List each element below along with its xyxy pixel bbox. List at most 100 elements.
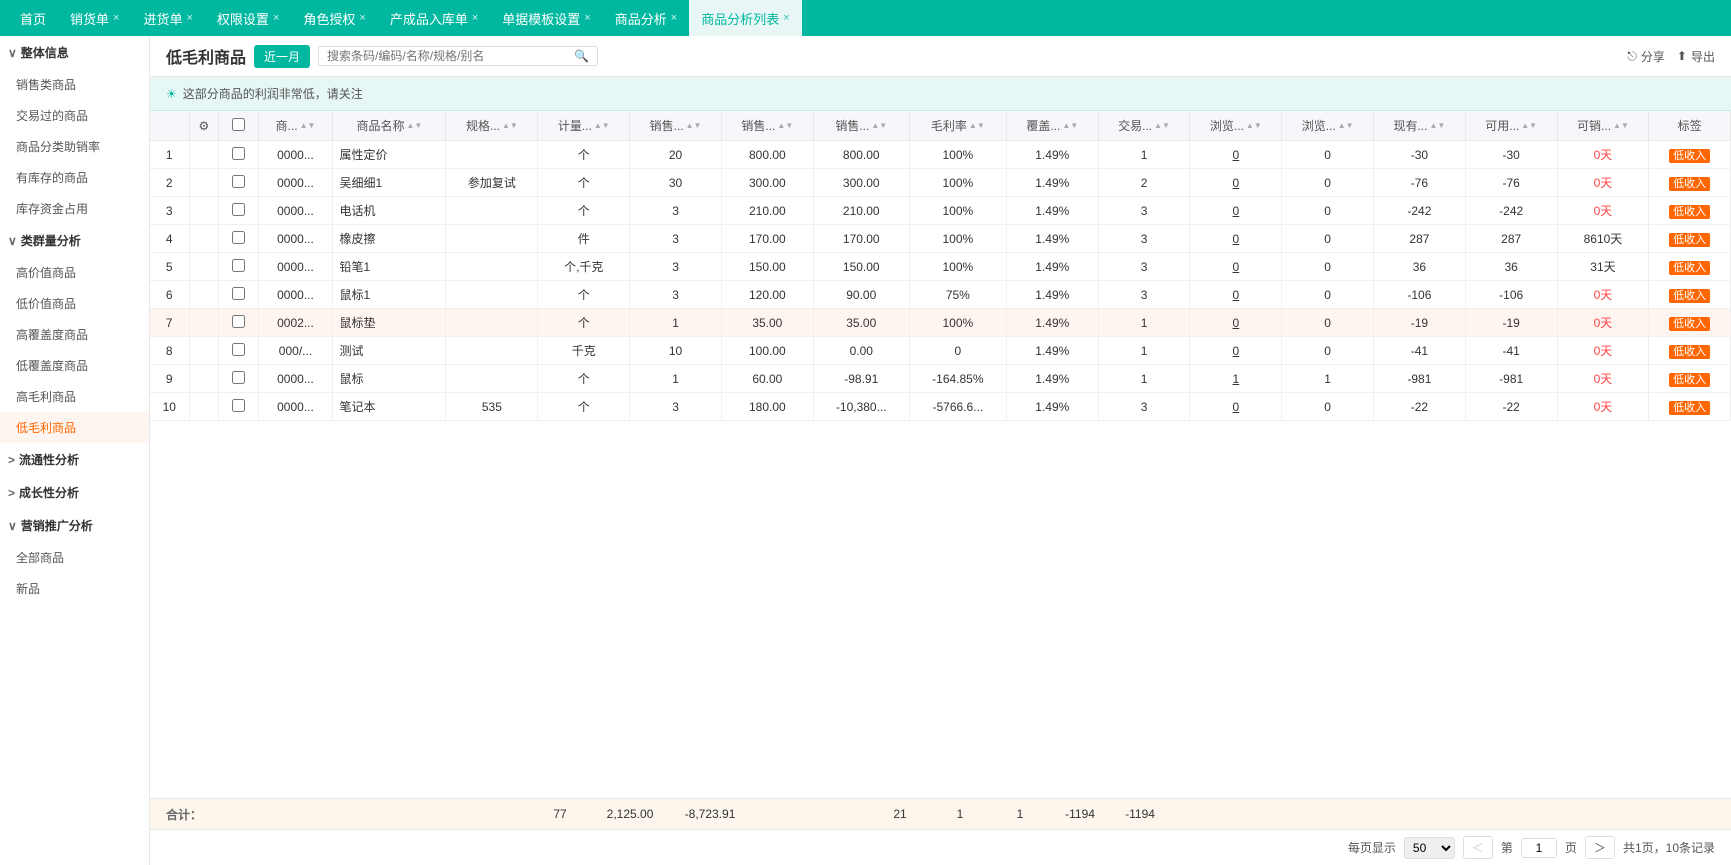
col-coverage[interactable]: 覆盖...▲▼ (1006, 111, 1098, 141)
cell-browse1[interactable]: 0 (1190, 309, 1282, 337)
cell-browse1[interactable]: 0 (1190, 337, 1282, 365)
table-row: 4 0000... 橡皮擦 件 3 170.00 170.00 100% 1.4… (150, 225, 1731, 253)
prev-page-btn[interactable]: ＜ (1463, 836, 1493, 859)
row-checkbox[interactable] (232, 287, 245, 300)
close-tab-icon[interactable]: × (584, 12, 590, 24)
nav-item-产成品入库单[interactable]: 产成品入库单 × (378, 0, 490, 36)
filter-btn[interactable]: 近一月 (254, 45, 310, 68)
nav-item-单据模板设置[interactable]: 单据模板设置 × (490, 0, 602, 36)
sidebar-item-销售类商品[interactable]: 销售类商品 (0, 69, 149, 100)
cell-checkbox[interactable] (219, 225, 258, 253)
cell-checkbox[interactable] (219, 365, 258, 393)
row-checkbox[interactable] (232, 399, 245, 412)
cell-checkbox[interactable] (219, 309, 258, 337)
sidebar-section-整体信息[interactable]: ∨整体信息 (0, 36, 149, 69)
col-browse2[interactable]: 浏览...▲▼ (1282, 111, 1374, 141)
cell-checkbox[interactable] (219, 337, 258, 365)
col-checkbox[interactable] (219, 111, 258, 141)
row-checkbox[interactable] (232, 175, 245, 188)
col-saleable[interactable]: 可销...▲▼ (1557, 111, 1649, 141)
cell-checkbox[interactable] (219, 197, 258, 225)
row-checkbox[interactable] (232, 371, 245, 384)
col-settings[interactable]: ⚙ (189, 111, 219, 141)
sidebar-section-类群量分析[interactable]: ∨类群量分析 (0, 224, 149, 257)
cell-checkbox[interactable] (219, 169, 258, 197)
sidebar-item-全部商品[interactable]: 全部商品 (0, 542, 149, 573)
cell-sales-amount: 150.00 (813, 253, 909, 281)
cell-checkbox[interactable] (219, 253, 258, 281)
page-title: 低毛利商品 (166, 44, 246, 68)
row-checkbox[interactable] (232, 343, 245, 356)
col-trade[interactable]: 交易...▲▼ (1098, 111, 1190, 141)
sidebar-item-库存资金占用[interactable]: 库存资金占用 (0, 193, 149, 224)
sidebar-item-新品[interactable]: 新品 (0, 573, 149, 604)
nav-item-商品分析[interactable]: 商品分析 × (603, 0, 689, 36)
cell-checkbox[interactable] (219, 393, 258, 421)
sidebar-item-低毛利商品[interactable]: 低毛利商品 (0, 412, 149, 443)
cell-browse1[interactable]: 0 (1190, 253, 1282, 281)
col-unit[interactable]: 计量...▲▼ (538, 111, 630, 141)
nav-item-首页[interactable]: 首页 (8, 0, 58, 36)
nav-item-销货单[interactable]: 销货单 × (58, 0, 131, 36)
close-tab-icon[interactable]: × (186, 12, 192, 24)
col-sales-qty[interactable]: 销售...▲▼ (630, 111, 722, 141)
cell-browse1[interactable]: 1 (1190, 365, 1282, 393)
next-page-btn[interactable]: ＞ (1585, 836, 1615, 859)
close-tab-icon[interactable]: × (472, 12, 478, 24)
col-browse1[interactable]: 浏览...▲▼ (1190, 111, 1282, 141)
cell-browse1[interactable]: 0 (1190, 225, 1282, 253)
cell-browse1[interactable]: 0 (1190, 393, 1282, 421)
sidebar-item-高毛利商品[interactable]: 高毛利商品 (0, 381, 149, 412)
cell-browse1[interactable]: 0 (1190, 197, 1282, 225)
sidebar-item-低覆盖度商品[interactable]: 低覆盖度商品 (0, 350, 149, 381)
share-button[interactable]: ⎋ 分享 (1627, 48, 1665, 65)
sidebar-item-高覆盖度商品[interactable]: 高覆盖度商品 (0, 319, 149, 350)
close-tab-icon[interactable]: × (359, 12, 365, 24)
tag-badge: 低收入 (1669, 205, 1710, 219)
col-tag[interactable]: 标签 (1649, 111, 1731, 141)
row-checkbox[interactable] (232, 147, 245, 160)
cell-checkbox[interactable] (219, 281, 258, 309)
row-checkbox[interactable] (232, 231, 245, 244)
nav-item-权限设置[interactable]: 权限设置 × (205, 0, 291, 36)
col-spec[interactable]: 规格...▲▼ (446, 111, 538, 141)
sidebar-section-营销推广分析[interactable]: ∨营销推广分析 (0, 509, 149, 542)
col-available[interactable]: 可用...▲▼ (1465, 111, 1557, 141)
nav-item-角色授权[interactable]: 角色授权 × (291, 0, 377, 36)
select-all-checkbox[interactable] (232, 118, 245, 131)
sidebar-item-高价值商品[interactable]: 高价值商品 (0, 257, 149, 288)
export-button[interactable]: ⬆ 导出 (1677, 48, 1715, 65)
sidebar-section-流通性分析[interactable]: >流通性分析 (0, 443, 149, 476)
page-size-select[interactable]: 50 100 200 (1404, 837, 1455, 859)
col-code[interactable]: 商...▲▼ (258, 111, 333, 141)
row-checkbox[interactable] (232, 203, 245, 216)
page-header: 低毛利商品 近一月 🔍 ⎋ 分享 ⬆ 导出 (150, 36, 1731, 77)
col-current[interactable]: 现有...▲▼ (1374, 111, 1466, 141)
close-tab-icon[interactable]: × (671, 12, 677, 24)
close-tab-icon[interactable]: × (783, 12, 789, 24)
close-tab-icon[interactable]: × (113, 12, 119, 24)
col-sales-amount[interactable]: 销售...▲▼ (813, 111, 909, 141)
page-number-input[interactable] (1521, 838, 1557, 858)
col-name[interactable]: 商品名称▲▼ (333, 111, 446, 141)
col-gross-margin[interactable]: 毛利率▲▼ (909, 111, 1006, 141)
row-checkbox[interactable] (232, 259, 245, 272)
search-icon[interactable]: 🔍 (574, 49, 589, 63)
sidebar-item-有库存的商品[interactable]: 有库存的商品 (0, 162, 149, 193)
nav-item-进货单[interactable]: 进货单 × (131, 0, 204, 36)
cell-browse1[interactable]: 0 (1190, 141, 1282, 169)
cell-browse1[interactable]: 0 (1190, 281, 1282, 309)
sidebar-item-低价值商品[interactable]: 低价值商品 (0, 288, 149, 319)
close-tab-icon[interactable]: × (273, 12, 279, 24)
cell-saleable: 0天 (1557, 393, 1649, 421)
search-input[interactable] (327, 49, 574, 63)
row-checkbox[interactable] (232, 315, 245, 328)
sidebar-item-交易过的商品[interactable]: 交易过的商品 (0, 100, 149, 131)
cell-checkbox[interactable] (219, 141, 258, 169)
nav-item-商品分析列表[interactable]: 商品分析列表 × (689, 0, 801, 36)
sidebar-section-成长性分析[interactable]: >成长性分析 (0, 476, 149, 509)
sidebar-item-商品分类助销率[interactable]: 商品分类助销率 (0, 131, 149, 162)
cell-browse1[interactable]: 0 (1190, 169, 1282, 197)
cell-gross-margin: 100% (909, 141, 1006, 169)
col-sales-price[interactable]: 销售...▲▼ (721, 111, 813, 141)
